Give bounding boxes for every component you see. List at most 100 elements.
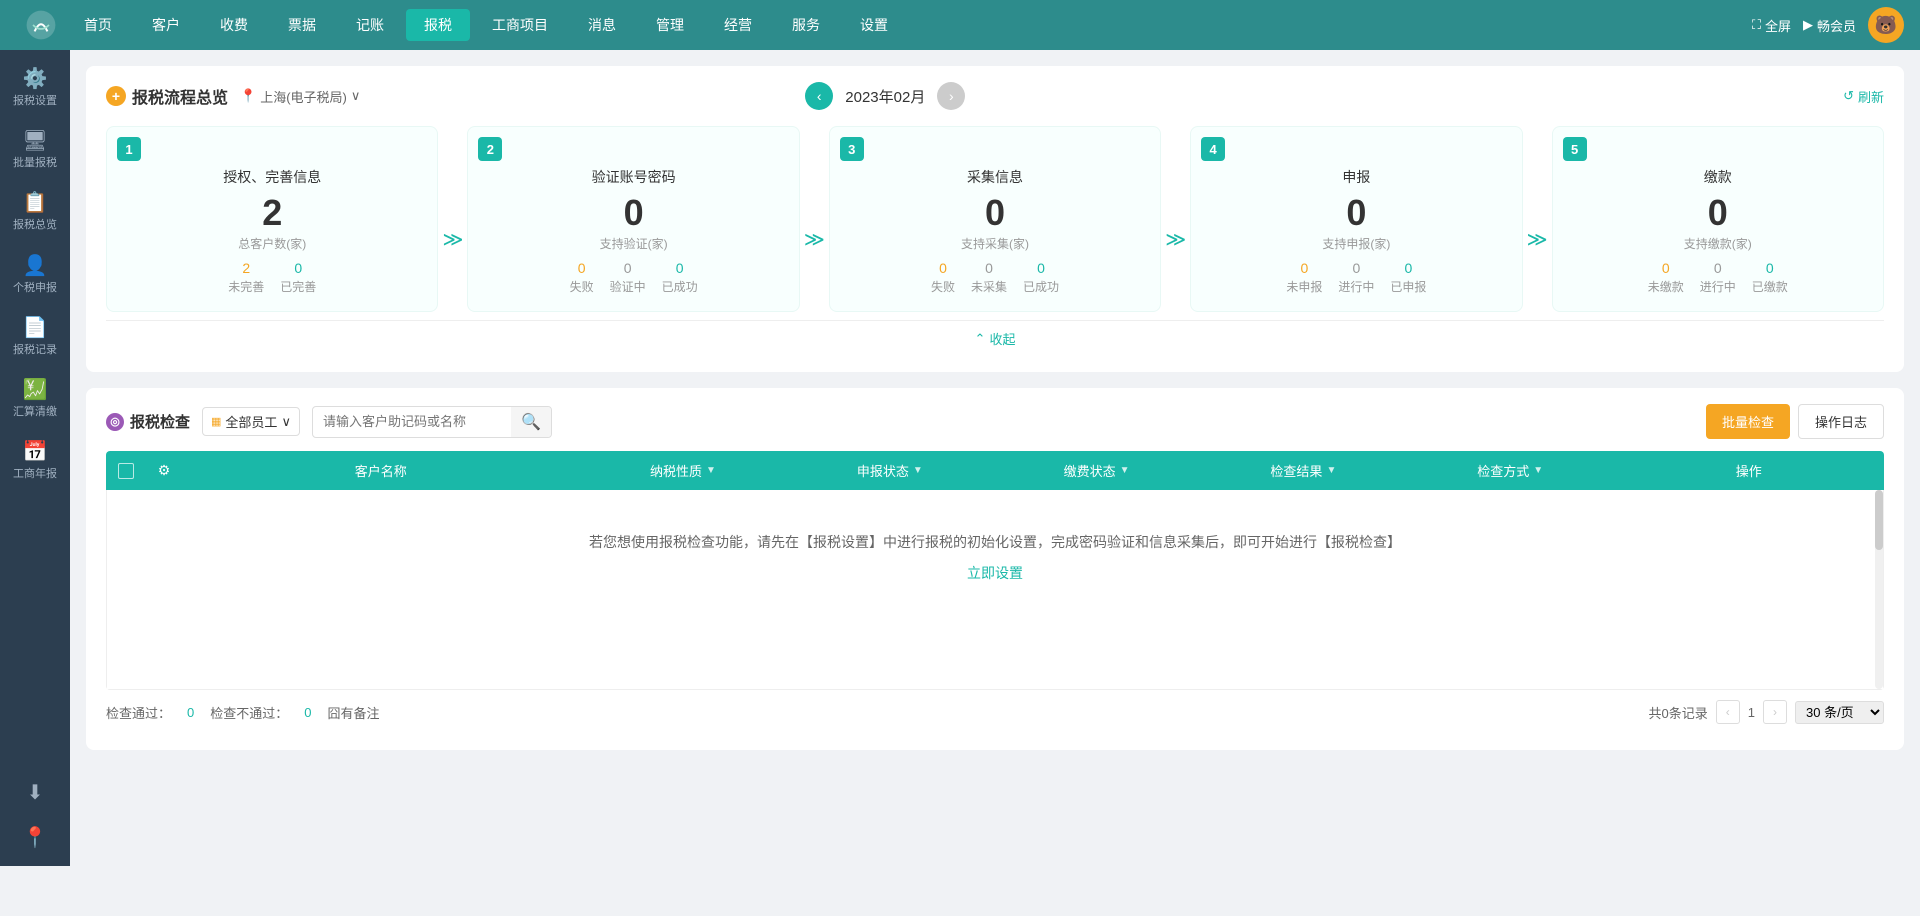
step-4-detail-2: 0 已申报: [1390, 260, 1426, 295]
search-input[interactable]: [313, 409, 511, 434]
method-filter-icon[interactable]: ▼: [1533, 465, 1543, 476]
tax-check-card: ◎ 报税检查 ▦ 全部员工 ∨ 🔍 批量检查 操作日志: [86, 388, 1904, 750]
fail-count[interactable]: 0: [304, 705, 311, 720]
filter-icon: ▦: [211, 415, 221, 428]
sidebar-item-individual-tax[interactable]: 👤 个税申报: [3, 245, 67, 303]
select-all-checkbox[interactable]: [118, 463, 134, 479]
sidebar-item-batch-tax[interactable]: 🖥 批量报税: [3, 120, 67, 178]
refresh-button[interactable]: ↺ 刷新: [1843, 87, 1884, 106]
column-settings-icon[interactable]: ⚙: [158, 462, 171, 479]
annual-report-icon: 📅: [23, 439, 48, 464]
table-body: 若您想使用报税检查功能，请先在【报税设置】中进行报税的初始化设置，完成密码验证和…: [106, 490, 1884, 690]
declare-filter-icon[interactable]: ▼: [913, 465, 923, 476]
step-1-card: 1 授权、完善信息 2 总客户数(家) 2 未完善 0 已完善: [106, 126, 438, 312]
employee-filter[interactable]: ▦ 全部员工 ∨: [202, 407, 300, 436]
nav-invoice[interactable]: 票据: [270, 9, 334, 41]
sidebar-item-tax-settings[interactable]: ⚙️ 报税设置: [3, 58, 67, 116]
pass-label: 检查通过：: [106, 703, 171, 722]
step-4-detail-1: 0 进行中: [1338, 260, 1374, 295]
pass-count[interactable]: 0: [187, 705, 194, 720]
table-empty-state: 若您想使用报税检查功能，请先在【报税设置】中进行报税的初始化设置，完成密码验证和…: [107, 490, 1883, 623]
checkbox-column[interactable]: [106, 463, 146, 479]
search-button[interactable]: 🔍: [511, 407, 551, 437]
nav-fee[interactable]: 收费: [202, 9, 266, 41]
top-right-area: ⛶ 全屏 ▶ 畅会员 🐻: [1752, 7, 1904, 43]
nav-settings[interactable]: 设置: [842, 9, 906, 41]
table-footer: 检查通过： 0 检查不通过： 0 囧有备注 共0条记录 ‹ 1 › 30 条/页…: [106, 690, 1884, 734]
nav-message[interactable]: 消息: [570, 9, 634, 41]
fullscreen-button[interactable]: ⛶ 全屏: [1752, 16, 1791, 35]
sidebar-item-annual-report[interactable]: 📅 工商年报: [3, 431, 67, 489]
customer-name-column: 客户名称: [182, 461, 580, 480]
refresh-icon: ↺: [1843, 88, 1854, 104]
sidebar-location[interactable]: 📍: [3, 817, 67, 858]
tax-settings-icon: ⚙️: [23, 66, 48, 91]
op-log-button[interactable]: 操作日志: [1798, 404, 1884, 439]
note-label: 囧有备注: [328, 703, 380, 722]
nav-service[interactable]: 服务: [774, 9, 838, 41]
step-4-number: 4: [1201, 137, 1225, 161]
location-icon: 📍: [23, 825, 48, 850]
tax-check-title: ◎ 报税检查: [106, 411, 190, 432]
arrow-4: ≫: [1523, 166, 1552, 312]
header-right-buttons: 批量检查 操作日志: [1706, 404, 1884, 439]
sidebar-item-settlement[interactable]: 💹 汇算清缴: [3, 369, 67, 427]
avatar[interactable]: 🐻: [1868, 7, 1904, 43]
arrow-2: ≫: [800, 166, 829, 312]
location-badge[interactable]: 📍 上海(电子税局) ∨: [240, 87, 360, 106]
next-month-button[interactable]: ›: [937, 82, 965, 110]
step-1-number: 1: [117, 137, 141, 161]
page-size-select[interactable]: 30 条/页 50 条/页 100 条/页: [1795, 701, 1884, 724]
sidebar-item-tax-overview[interactable]: 📋 报税总览: [3, 182, 67, 240]
nav-customer[interactable]: 客户: [134, 9, 198, 41]
scrollbar-thumb[interactable]: [1875, 490, 1883, 550]
step-3-detail-0: 0 失败: [931, 260, 955, 295]
tax-nature-filter-icon[interactable]: ▼: [706, 465, 716, 476]
step-5-detail-2: 0 已缴款: [1752, 260, 1788, 295]
location-icon-small: 📍: [240, 88, 256, 104]
declare-status-column: 申报状态 ▼: [786, 461, 993, 480]
tax-check-icon: ◎: [106, 413, 124, 431]
step-2-detail-1: 0 验证中: [610, 260, 646, 295]
nav-bookkeeping[interactable]: 记账: [338, 9, 402, 41]
download-icon: ⬇: [27, 780, 44, 805]
member-button[interactable]: ▶ 畅会员: [1803, 16, 1856, 35]
prev-page-button[interactable]: ‹: [1716, 700, 1740, 724]
batch-check-button[interactable]: 批量检查: [1706, 404, 1790, 439]
collapse-bar[interactable]: ⌃ 收起: [106, 320, 1884, 356]
step-3-details: 0 失败 0 未采集 0 已成功: [931, 260, 1059, 295]
pay-status-column: 缴费状态 ▼: [993, 461, 1200, 480]
operation-column: 操作: [1614, 461, 1884, 480]
step-5-number: 5: [1563, 137, 1587, 161]
sidebar-download[interactable]: ⬇: [3, 772, 67, 813]
nav-operation[interactable]: 经营: [706, 9, 770, 41]
step-2-detail-2: 0 已成功: [662, 260, 698, 295]
step-5-detail-1: 0 进行中: [1700, 260, 1736, 295]
overview-card: + 报税流程总览 📍 上海(电子税局) ∨ ‹ 2023年02月 › ↺ 刷新 …: [86, 66, 1904, 372]
fail-label: 检查不通过：: [210, 703, 288, 722]
tax-overview-icon: 📋: [23, 190, 48, 215]
scrollbar[interactable]: [1875, 490, 1883, 689]
individual-tax-icon: 👤: [23, 253, 48, 278]
nav-bizproject[interactable]: 工商项目: [474, 9, 566, 41]
pay-filter-icon[interactable]: ▼: [1120, 465, 1130, 476]
prev-month-button[interactable]: ‹: [805, 82, 833, 110]
step-3-detail-2: 0 已成功: [1023, 260, 1059, 295]
month-navigation: ‹ 2023年02月 ›: [805, 82, 965, 110]
nav-admin[interactable]: 管理: [638, 9, 702, 41]
step-4-details: 0 未申报 0 进行中 0 已申报: [1286, 260, 1426, 295]
nav-tax[interactable]: 报税: [406, 9, 470, 41]
immediate-setup-link[interactable]: 立即设置: [967, 563, 1023, 583]
chevron-up-icon: ⌃: [975, 331, 986, 347]
nav-home[interactable]: 首页: [66, 9, 130, 41]
next-page-button[interactable]: ›: [1763, 700, 1787, 724]
step-5-details: 0 未缴款 0 进行中 0 已缴款: [1648, 260, 1788, 295]
result-filter-icon[interactable]: ▼: [1326, 465, 1336, 476]
step-1-detail-1: 0 已完善: [280, 260, 316, 295]
step-2-details: 0 失败 0 验证中 0 已成功: [570, 260, 698, 295]
check-result-column: 检查结果 ▼: [1200, 461, 1407, 480]
settings-column[interactable]: ⚙: [146, 462, 182, 479]
overview-header: + 报税流程总览 📍 上海(电子税局) ∨ ‹ 2023年02月 › ↺ 刷新: [106, 82, 1884, 110]
fullscreen-icon: ⛶: [1752, 17, 1761, 33]
sidebar-item-tax-records[interactable]: 📄 报税记录: [3, 307, 67, 365]
